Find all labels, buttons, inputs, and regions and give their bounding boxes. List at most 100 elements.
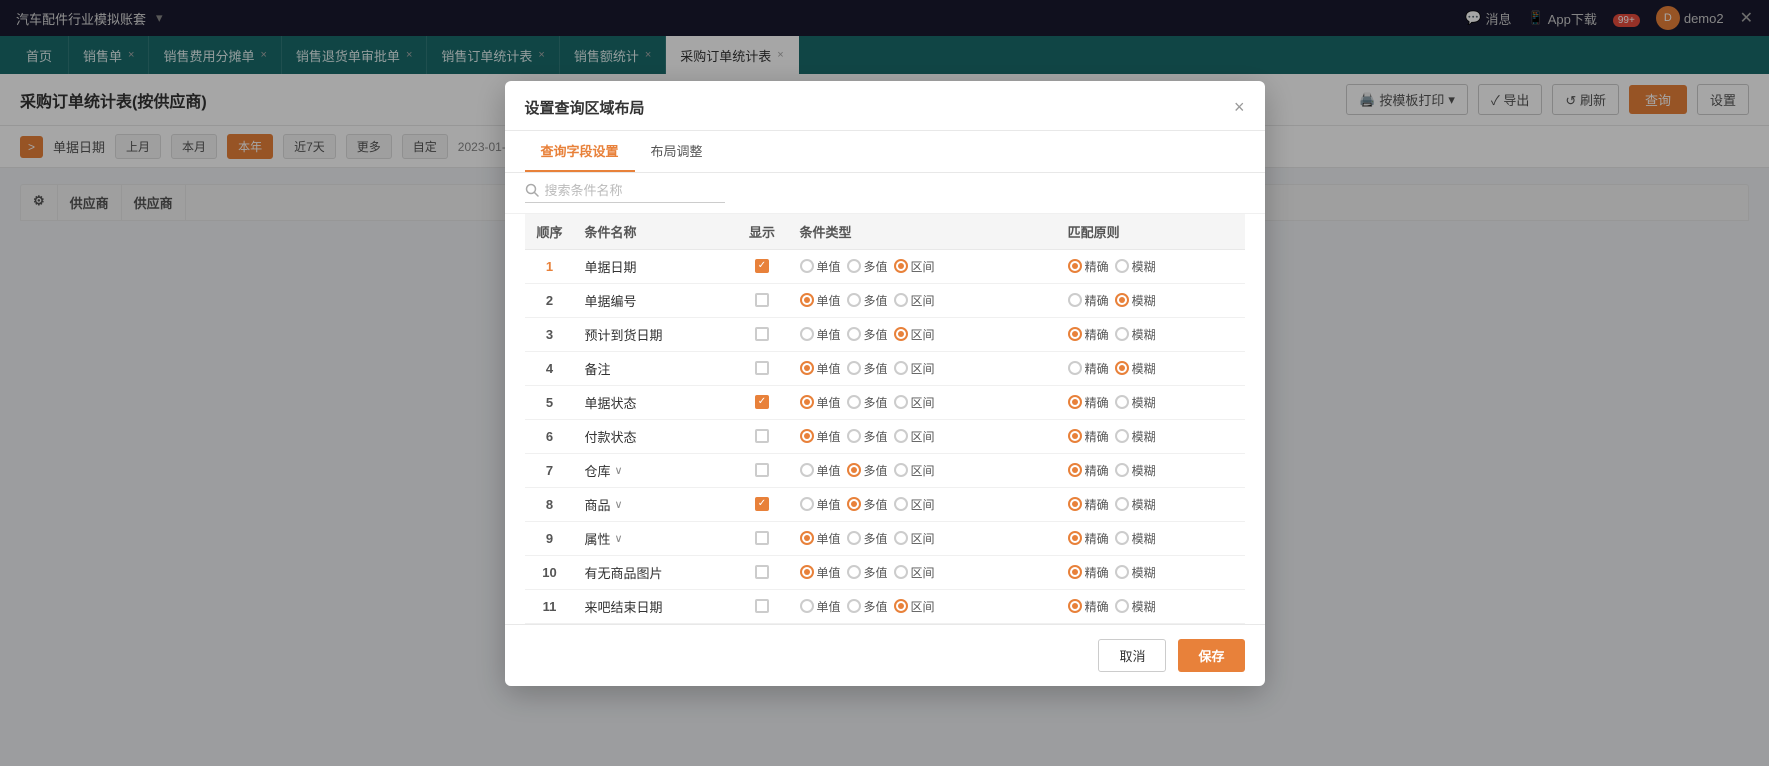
match-radio [1068, 293, 1082, 307]
cell-match: 精确模糊 [1058, 419, 1245, 453]
match-radio [1115, 259, 1129, 273]
cell-name[interactable]: 仓库 ∨ [575, 453, 735, 487]
dialog-tab-query[interactable]: 查询字段设置 [525, 131, 635, 172]
search-input[interactable] [545, 183, 705, 198]
match-radio [1115, 565, 1129, 579]
type-radio [800, 565, 814, 579]
settings-dialog: 设置查询区域布局 × 查询字段设置 布局调整 [505, 81, 1265, 686]
match-radio [1068, 531, 1082, 545]
cell-order: 4 [525, 351, 575, 385]
cell-display[interactable] [735, 385, 790, 419]
search-icon [525, 183, 539, 197]
cell-display[interactable] [735, 317, 790, 351]
th-name: 条件名称 [575, 214, 735, 250]
cell-name[interactable]: 属性 ∨ [575, 521, 735, 555]
display-checkbox[interactable] [755, 429, 769, 443]
display-checkbox[interactable] [755, 395, 769, 409]
type-radio [894, 565, 908, 579]
cell-name[interactable]: 商品 ∨ [575, 487, 735, 521]
cell-order: 8 [525, 487, 575, 521]
type-radio [847, 463, 861, 477]
type-radio [800, 531, 814, 545]
dialog-table-wrap: 顺序 条件名称 显示 条件类型 匹配原则 1单据日期单值多值区间精确模糊2单据编… [505, 214, 1265, 624]
table-row: 7仓库 ∨ 单值多值区间精确模糊 [525, 453, 1245, 487]
cell-order: 7 [525, 453, 575, 487]
cell-name: 单据状态 [575, 385, 735, 419]
cell-type: 单值多值区间 [790, 453, 1058, 487]
dialog-close-button[interactable]: × [1234, 98, 1245, 116]
cell-name: 有无商品图片 [575, 555, 735, 589]
type-radio [800, 293, 814, 307]
table-row: 1单据日期单值多值区间精确模糊 [525, 249, 1245, 283]
type-radio [894, 429, 908, 443]
type-radio [894, 361, 908, 375]
conditions-table: 顺序 条件名称 显示 条件类型 匹配原则 1单据日期单值多值区间精确模糊2单据编… [525, 214, 1245, 624]
cell-display[interactable] [735, 487, 790, 521]
save-button[interactable]: 保存 [1178, 639, 1244, 672]
cell-display[interactable] [735, 283, 790, 317]
cell-display[interactable] [735, 249, 790, 283]
type-radio [847, 565, 861, 579]
cell-match: 精确模糊 [1058, 555, 1245, 589]
type-radio [894, 259, 908, 273]
cell-display[interactable] [735, 555, 790, 589]
cell-order: 3 [525, 317, 575, 351]
match-radio [1068, 361, 1082, 375]
table-row: 3预计到货日期 单值多值区间精确模糊 [525, 317, 1245, 351]
cancel-button[interactable]: 取消 [1098, 639, 1166, 672]
cell-display[interactable] [735, 589, 790, 623]
display-checkbox[interactable] [755, 497, 769, 511]
type-radio [894, 463, 908, 477]
cell-display[interactable] [735, 419, 790, 453]
cell-match: 精确模糊 [1058, 521, 1245, 555]
match-radio [1115, 463, 1129, 477]
match-radio [1068, 429, 1082, 443]
cell-match: 精确模糊 [1058, 453, 1245, 487]
match-radio [1068, 497, 1082, 511]
type-radio [847, 429, 861, 443]
type-radio [800, 327, 814, 341]
cell-match: 精确模糊 [1058, 249, 1245, 283]
type-radio [847, 599, 861, 613]
type-radio [800, 395, 814, 409]
table-row: 6付款状态单值多值区间精确模糊 [525, 419, 1245, 453]
cell-order: 10 [525, 555, 575, 589]
cell-type: 单值多值区间 [790, 317, 1058, 351]
cell-name: 预计到货日期 [575, 317, 735, 351]
cell-name: 备注 [575, 351, 735, 385]
match-radio [1068, 259, 1082, 273]
cell-match: 精确模糊 [1058, 317, 1245, 351]
match-radio [1115, 327, 1129, 341]
cell-type: 单值多值区间 [790, 351, 1058, 385]
display-checkbox[interactable] [755, 463, 769, 477]
match-radio [1068, 327, 1082, 341]
cell-display[interactable] [735, 351, 790, 385]
type-radio [800, 361, 814, 375]
cell-type: 单值多值区间 [790, 589, 1058, 623]
cell-name: 来吧结束日期 [575, 589, 735, 623]
type-radio [847, 259, 861, 273]
cell-match: 精确模糊 [1058, 351, 1245, 385]
display-checkbox[interactable] [755, 599, 769, 613]
cell-display[interactable] [735, 521, 790, 555]
dialog-tab-layout[interactable]: 布局调整 [635, 131, 719, 172]
display-checkbox[interactable] [755, 293, 769, 307]
table-row: 2单据编号单值多值区间精确模糊 [525, 283, 1245, 317]
cell-order: 2 [525, 283, 575, 317]
cell-display[interactable] [735, 453, 790, 487]
display-checkbox[interactable] [755, 531, 769, 545]
dialog-search [505, 173, 1265, 214]
display-checkbox[interactable] [755, 361, 769, 375]
type-radio [800, 429, 814, 443]
match-radio [1115, 429, 1129, 443]
type-radio [894, 599, 908, 613]
display-checkbox[interactable] [755, 259, 769, 273]
type-radio [800, 463, 814, 477]
display-checkbox[interactable] [755, 565, 769, 579]
th-order: 顺序 [525, 214, 575, 250]
display-checkbox[interactable] [755, 327, 769, 341]
type-radio [847, 327, 861, 341]
cell-name: 付款状态 [575, 419, 735, 453]
dialog-footer: 取消 保存 [505, 624, 1265, 686]
cell-type: 单值多值区间 [790, 487, 1058, 521]
